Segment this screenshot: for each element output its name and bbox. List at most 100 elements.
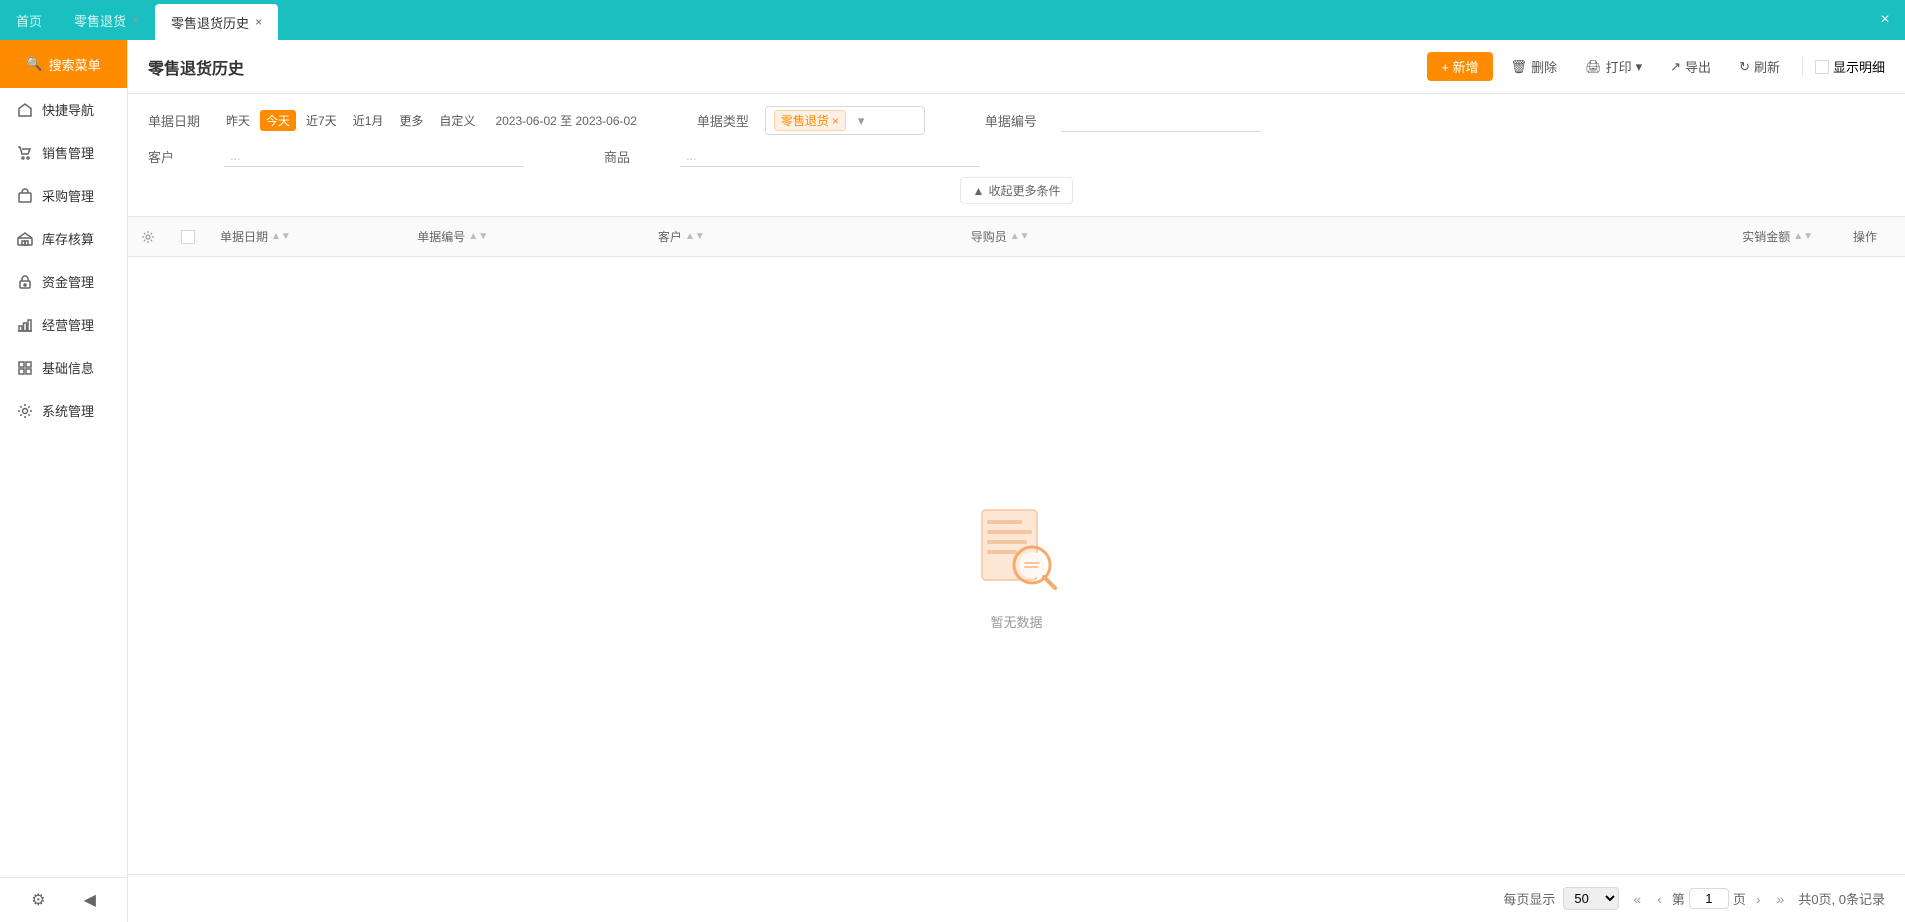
warehouse-icon xyxy=(16,230,34,248)
sidebar-item-label: 基础信息 xyxy=(42,358,94,377)
filter-row-1: 单据日期 昨天 今天 近7天 近1月 更多 自定义 2023-06-02 至 2… xyxy=(148,106,1885,135)
export-button[interactable]: ↗ 导出 xyxy=(1660,53,1721,80)
type-chevron-icon: ▾ xyxy=(858,113,865,129)
type-tag-close[interactable]: × xyxy=(832,114,839,128)
empty-text: 暂无数据 xyxy=(990,612,1042,631)
top-bar: 首页 零售退货 × 零售退货历史 × × xyxy=(0,0,1905,40)
show-detail-toggle[interactable]: 显示明细 xyxy=(1815,57,1885,76)
th-customer[interactable]: 客户 ▲▼ xyxy=(646,228,959,245)
sidebar-nav: 快捷导航 销售管理 采购管理 xyxy=(0,88,127,877)
tab-retail-return-history[interactable]: 零售退货历史 × xyxy=(155,4,278,40)
empty-state: 暂无数据 xyxy=(128,257,1905,874)
date-sort-icon: ▲▼ xyxy=(271,232,291,242)
th-checkbox[interactable] xyxy=(168,230,208,244)
tab-retail-return-history-close[interactable]: × xyxy=(255,15,262,29)
filter-type-select[interactable]: 零售退货 × ▾ xyxy=(765,106,925,135)
sidebar-item-label: 系统管理 xyxy=(42,401,94,420)
filter-customer-input[interactable] xyxy=(224,145,524,167)
sidebar-item-inventory[interactable]: 库存核算 xyxy=(0,217,127,260)
sidebar-settings-button[interactable]: ⚙ xyxy=(31,890,45,910)
date-btn-yesterday[interactable]: 昨天 xyxy=(220,110,256,131)
tab-list: 首页 零售退货 × 零售退货历史 × xyxy=(0,0,1865,40)
sidebar-item-label: 销售管理 xyxy=(42,143,94,162)
tab-retail-return-close[interactable]: × xyxy=(132,13,139,27)
sidebar-item-system[interactable]: 系统管理 xyxy=(0,389,127,432)
date-btn-more[interactable]: 更多 xyxy=(393,110,429,131)
page-nav: « ‹ 第 页 › » xyxy=(1627,888,1790,909)
guide-sort-icon: ▲▼ xyxy=(1010,232,1030,242)
page-next-button[interactable]: › xyxy=(1750,889,1767,909)
sidebar-item-purchase[interactable]: 采购管理 xyxy=(0,174,127,217)
header-divider xyxy=(1802,57,1803,77)
filter-type-label: 单据类型 xyxy=(697,111,757,130)
filter-goods-label: 商品 xyxy=(604,147,664,166)
page-prev-button[interactable]: ‹ xyxy=(1651,889,1668,909)
show-detail-checkbox[interactable] xyxy=(1815,60,1829,74)
sidebar: 🔍 搜索菜单 快捷导航 销售管理 xyxy=(0,40,128,922)
page-first-button[interactable]: « xyxy=(1627,889,1647,909)
page-size-label: 每页显示 xyxy=(1503,889,1555,908)
grid-icon xyxy=(16,359,34,377)
filter-date-buttons: 昨天 今天 近7天 近1月 更多 自定义 xyxy=(220,110,481,131)
filter-billno-label: 单据编号 xyxy=(985,111,1045,130)
filter-date-item: 单据日期 昨天 今天 近7天 近1月 更多 自定义 2023-06-02 至 2… xyxy=(148,110,637,131)
empty-icon xyxy=(967,500,1067,600)
page-input[interactable] xyxy=(1689,888,1729,909)
print-icon: 🖨 xyxy=(1585,59,1602,75)
table-header: 单据日期 ▲▼ 单据编号 ▲▼ 客户 ▲▼ 导购员 ▲▼ 实销金额 xyxy=(128,217,1905,257)
th-amount[interactable]: 实销金额 ▲▼ xyxy=(1657,228,1825,245)
date-btn-7days[interactable]: 近7天 xyxy=(300,110,343,131)
sidebar-item-quick-nav[interactable]: 快捷导航 xyxy=(0,88,127,131)
window-close-button[interactable]: × xyxy=(1865,0,1905,40)
sidebar-item-basic-info[interactable]: 基础信息 xyxy=(0,346,127,389)
sidebar-item-finance[interactable]: 资金管理 xyxy=(0,260,127,303)
type-tag-text: 零售退货 xyxy=(781,112,829,129)
delete-button[interactable]: 🗑 删除 xyxy=(1501,53,1568,80)
sidebar-search[interactable]: 🔍 搜索菜单 xyxy=(0,40,127,88)
sidebar-item-label: 经营管理 xyxy=(42,315,94,334)
filter-date-label: 单据日期 xyxy=(148,111,208,130)
date-btn-1month[interactable]: 近1月 xyxy=(347,110,390,131)
filter-goods-input[interactable] xyxy=(680,145,980,167)
filter-customer-label: 客户 xyxy=(148,147,208,166)
page-last-button[interactable]: » xyxy=(1771,889,1791,909)
page-total-info: 共0页, 0条记录 xyxy=(1798,889,1885,908)
sidebar-item-label: 采购管理 xyxy=(42,186,94,205)
refresh-button[interactable]: ↻ 刷新 xyxy=(1729,53,1790,80)
pagination: 每页显示 50 10 20 100 « ‹ 第 页 › » 共0页, 0条记录 xyxy=(128,874,1905,922)
th-bill-no[interactable]: 单据编号 ▲▼ xyxy=(405,228,646,245)
home-icon xyxy=(16,101,34,119)
search-icon: 🔍 xyxy=(26,56,42,72)
show-detail-label: 显示明细 xyxy=(1833,57,1885,76)
select-all-checkbox[interactable] xyxy=(181,230,195,244)
page-size-select[interactable]: 50 10 20 100 xyxy=(1563,887,1619,910)
filter-goods-item: 商品 xyxy=(604,145,980,167)
sidebar-search-label: 搜索菜单 xyxy=(49,55,101,74)
sidebar-collapse-button[interactable]: ◀ xyxy=(84,890,96,910)
settings-icon xyxy=(16,402,34,420)
page-title: 零售退货历史 xyxy=(148,55,244,79)
sidebar-item-label: 资金管理 xyxy=(42,272,94,291)
th-guide[interactable]: 导购员 ▲▼ xyxy=(959,228,1200,245)
type-tag-retail-return: 零售退货 × xyxy=(774,110,846,131)
header-actions: + 新增 🗑 删除 🖨 打印 ▾ ↗ 导出 ↻ 刷新 xyxy=(1427,52,1885,81)
tab-home[interactable]: 首页 xyxy=(0,0,58,40)
th-settings[interactable] xyxy=(128,230,168,244)
print-button[interactable]: 🖨 打印 ▾ xyxy=(1575,53,1652,80)
sidebar-item-operation[interactable]: 经营管理 xyxy=(0,303,127,346)
add-button[interactable]: + 新增 xyxy=(1427,52,1492,81)
collapse-filter-button[interactable]: ▲ 收起更多条件 xyxy=(960,177,1074,204)
print-chevron-icon: ▾ xyxy=(1636,59,1643,75)
delete-icon: 🗑 xyxy=(1511,59,1528,75)
content-area: 零售退货历史 + 新增 🗑 删除 🖨 打印 ▾ ↗ 导出 ↻ xyxy=(128,40,1905,922)
date-range-display: 2023-06-02 至 2023-06-02 xyxy=(495,112,636,129)
tab-retail-return[interactable]: 零售退货 × xyxy=(58,0,155,40)
filter-billno-input[interactable] xyxy=(1061,110,1261,132)
date-btn-today[interactable]: 今天 xyxy=(260,110,296,131)
th-date[interactable]: 单据日期 ▲▼ xyxy=(208,228,405,245)
date-btn-custom[interactable]: 自定义 xyxy=(433,110,481,131)
chart-icon xyxy=(16,316,34,334)
refresh-icon: ↻ xyxy=(1739,59,1750,75)
sidebar-item-sales[interactable]: 销售管理 xyxy=(0,131,127,174)
page-unit: 页 xyxy=(1733,889,1746,908)
